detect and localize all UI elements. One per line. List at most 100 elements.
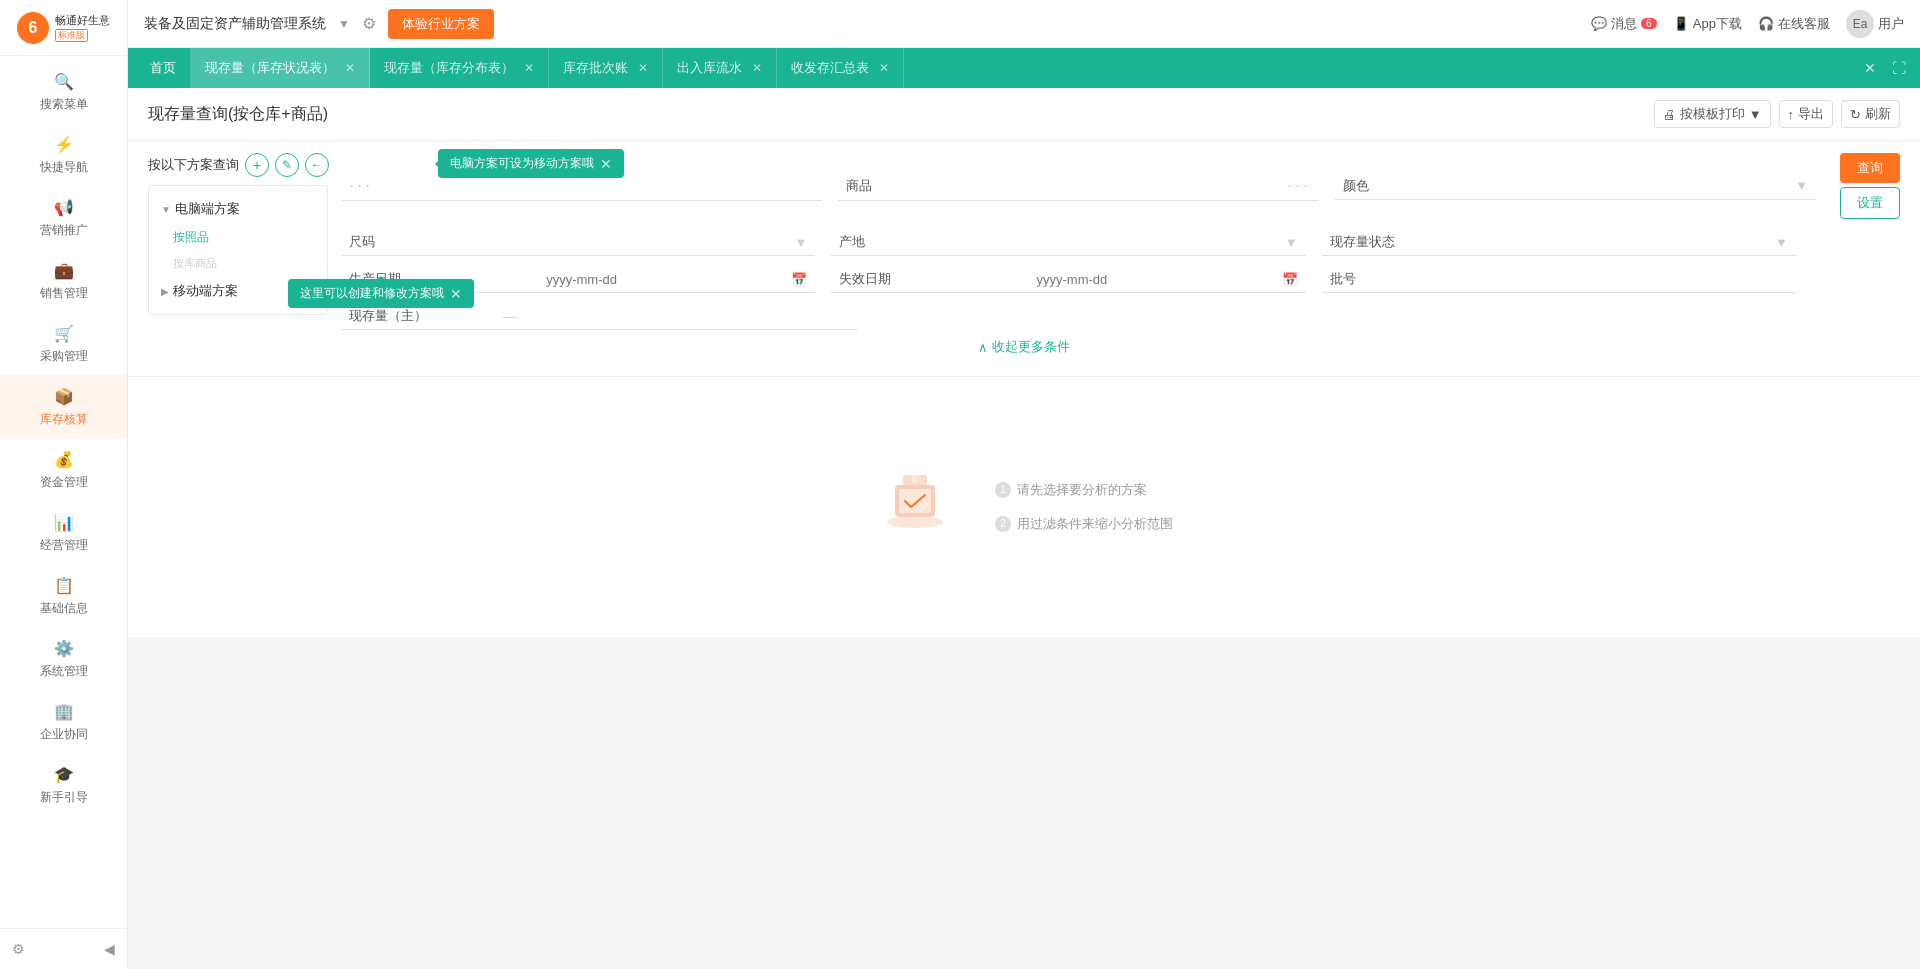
- messages-btn[interactable]: 💬 消息 6: [1591, 15, 1657, 33]
- sidebar-nav: 🔍 搜索菜单 ⚡ 快捷导航 📢 营销推广 💼 销售管理 🛒 采购管理 📦 库存核…: [0, 56, 127, 928]
- sidebar-item-purchase[interactable]: 🛒 采购管理: [0, 312, 127, 375]
- tab-bar-actions: ✕ ⛶: [1858, 56, 1912, 80]
- app-download-btn[interactable]: 📱 App下载: [1673, 15, 1742, 33]
- sidebar: 6 畅通好生意 标准版 🔍 搜索菜单 ⚡ 快捷导航 📢 营销推广 💼 销售管理 …: [0, 0, 128, 969]
- refresh-btn[interactable]: ↻ 刷新: [1841, 100, 1900, 128]
- sidebar-item-marketing[interactable]: 📢 营销推广: [0, 186, 127, 249]
- tab-close-inventory-dist[interactable]: ✕: [524, 61, 534, 75]
- filter-area: 电脑方案可设为移动方案哦 ✕ 这里可以创建和修改方案哦 ✕ 按以下方案查询 + …: [128, 141, 1920, 377]
- settings-btn[interactable]: 设置: [1840, 187, 1900, 219]
- enterprise-icon: 🏢: [53, 700, 75, 722]
- online-support-btn[interactable]: 🎧 在线客服: [1758, 15, 1830, 33]
- search-icon: 🔍: [53, 70, 75, 92]
- svg-point-0: [887, 516, 943, 528]
- tab-close-batch-account[interactable]: ✕: [638, 61, 648, 75]
- collapse-icon: ∧: [978, 340, 988, 355]
- arrow-scheme-btn[interactable]: ←: [305, 153, 329, 177]
- tab-inventory-dist[interactable]: 现存量（库存分布表） ✕: [370, 48, 549, 88]
- sidebar-bottom: ⚙ ◀: [0, 928, 127, 969]
- batch-label: 批号: [1330, 270, 1356, 288]
- tab-close-receive-summary[interactable]: ✕: [879, 61, 889, 75]
- tab-home[interactable]: 首页: [136, 48, 191, 88]
- sidebar-item-basic[interactable]: 📋 基础信息: [0, 564, 127, 627]
- produce-date-calendar-icon[interactable]: 📅: [791, 272, 807, 287]
- expire-date-label: 失效日期: [839, 270, 891, 288]
- refresh-icon: ↻: [1850, 107, 1861, 122]
- scheme-item-by-product[interactable]: 按照品: [149, 224, 327, 251]
- sidebar-item-search[interactable]: 🔍 搜索菜单: [0, 60, 127, 123]
- main-content: 装备及固定资产辅助管理系统 ▼ ⚙ 体验行业方案 💬 消息 6 📱 App下载 …: [128, 0, 1920, 969]
- logo-text: 畅通好生意 标准版: [55, 13, 110, 43]
- add-scheme-btn[interactable]: +: [245, 153, 269, 177]
- sidebar-collapse-btn[interactable]: ◀: [100, 937, 119, 961]
- empty-step1: 1 请先选择要分析的方案: [995, 477, 1173, 503]
- filter-field-product: 商品 ···: [838, 171, 1319, 201]
- produce-date-input[interactable]: [546, 272, 646, 287]
- filter-field-origin: 产地 ▼: [831, 229, 1305, 256]
- tab-inventory-status[interactable]: 现存量（库存状况表） ✕: [191, 48, 370, 88]
- messages-icon: 💬: [1591, 16, 1607, 31]
- batch-input[interactable]: [1364, 272, 1788, 287]
- app-icon: 📱: [1673, 16, 1689, 31]
- collapse-btn[interactable]: ∧ 收起更多条件: [148, 330, 1900, 364]
- inventory-qty-max-input[interactable]: [524, 309, 584, 324]
- operations-icon: 📊: [53, 511, 75, 533]
- print-btn[interactable]: 🖨 按模板打印 ▼: [1654, 100, 1771, 128]
- sidebar-item-enterprise[interactable]: 🏢 企业协同: [0, 690, 127, 753]
- expire-date-calendar-icon[interactable]: 📅: [1282, 272, 1298, 287]
- step1-num: 1: [995, 482, 1011, 498]
- edit-scheme-btn[interactable]: ✎: [275, 153, 299, 177]
- industry-btn[interactable]: 体验行业方案: [388, 9, 494, 39]
- tab-batch-account[interactable]: 库存批次账 ✕: [549, 48, 663, 88]
- empty-state: 1 请先选择要分析的方案 2 用过滤条件来缩小分析范围: [128, 377, 1920, 637]
- content-area: 现存量查询(按仓库+商品) 🖨 按模板打印 ▼ ↑ 导出 ↻ 刷新: [128, 88, 1920, 969]
- tab-maximize-btn[interactable]: ⛶: [1886, 56, 1912, 80]
- export-icon: ↑: [1788, 107, 1795, 122]
- tooltip-create-scheme: 这里可以创建和修改方案哦 ✕: [288, 279, 474, 308]
- sidebar-item-system[interactable]: ⚙️ 系统管理: [0, 627, 127, 690]
- inventory-status-dropdown-icon[interactable]: ▼: [1775, 235, 1788, 250]
- expire-date-input[interactable]: [1036, 272, 1136, 287]
- sales-icon: 💼: [53, 259, 75, 281]
- tab-receive-summary[interactable]: 收发存汇总表 ✕: [777, 48, 904, 88]
- range-separator: —: [503, 309, 516, 324]
- assets-icon: 💰: [53, 448, 75, 470]
- tab-close-inventory-status[interactable]: ✕: [345, 61, 355, 75]
- inventory-qty-min-input[interactable]: [435, 309, 495, 324]
- page-header: 现存量查询(按仓库+商品) 🖨 按模板打印 ▼ ↑ 导出 ↻ 刷新: [128, 88, 1920, 141]
- sidebar-item-operations[interactable]: 📊 经营管理: [0, 501, 127, 564]
- desktop-scheme-header[interactable]: ▼ 电脑端方案: [149, 194, 327, 224]
- header-right: 💬 消息 6 📱 App下载 🎧 在线客服 Ea 用户: [1591, 10, 1904, 38]
- filter-field-color: 颜色 ▼: [1335, 173, 1816, 200]
- origin-dropdown-icon[interactable]: ▼: [1285, 235, 1298, 250]
- system-dropdown-btn[interactable]: ▼: [338, 17, 350, 31]
- tab-close-inout-flow[interactable]: ✕: [752, 61, 762, 75]
- export-btn[interactable]: ↑ 导出: [1779, 100, 1834, 128]
- page-actions: 🖨 按模板打印 ▼ ↑ 导出 ↻ 刷新: [1654, 100, 1900, 128]
- user-menu-btn[interactable]: Ea 用户: [1846, 10, 1904, 38]
- scheme-item-placeholder[interactable]: 按库商品: [149, 251, 327, 276]
- system-title: 装备及固定资产辅助管理系统: [144, 15, 326, 33]
- sidebar-item-assets[interactable]: 💰 资金管理: [0, 438, 127, 501]
- inventory-qty-label: 现存量（主）: [349, 307, 427, 325]
- search-btn[interactable]: 查询: [1840, 153, 1900, 183]
- header-settings-btn[interactable]: ⚙: [362, 14, 376, 33]
- tooltip1-close-btn[interactable]: ✕: [600, 156, 612, 172]
- sidebar-item-quick[interactable]: ⚡ 快捷导航: [0, 123, 127, 186]
- basic-icon: 📋: [53, 574, 75, 596]
- purchase-icon: 🛒: [53, 322, 75, 344]
- sidebar-item-sales[interactable]: 💼 销售管理: [0, 249, 127, 312]
- color-dropdown-icon[interactable]: ▼: [1795, 178, 1808, 193]
- svg-rect-2: [899, 489, 931, 513]
- tab-inout-flow[interactable]: 出入库流水 ✕: [663, 48, 777, 88]
- color-label: 颜色: [1343, 177, 1369, 195]
- sidebar-settings-btn[interactable]: ⚙: [8, 937, 29, 961]
- search-btn-group: 查询 设置: [1840, 153, 1900, 219]
- sidebar-item-inventory[interactable]: 📦 库存核算: [0, 375, 127, 438]
- tab-close-all-btn[interactable]: ✕: [1858, 56, 1882, 80]
- size-dropdown-icon[interactable]: ▼: [794, 235, 807, 250]
- desktop-scheme-arrow: ▼: [161, 204, 171, 215]
- inventory-status-label: 现存量状态: [1330, 233, 1395, 251]
- sidebar-item-guide[interactable]: 🎓 新手引导: [0, 753, 127, 816]
- tooltip2-close-btn[interactable]: ✕: [450, 286, 462, 302]
